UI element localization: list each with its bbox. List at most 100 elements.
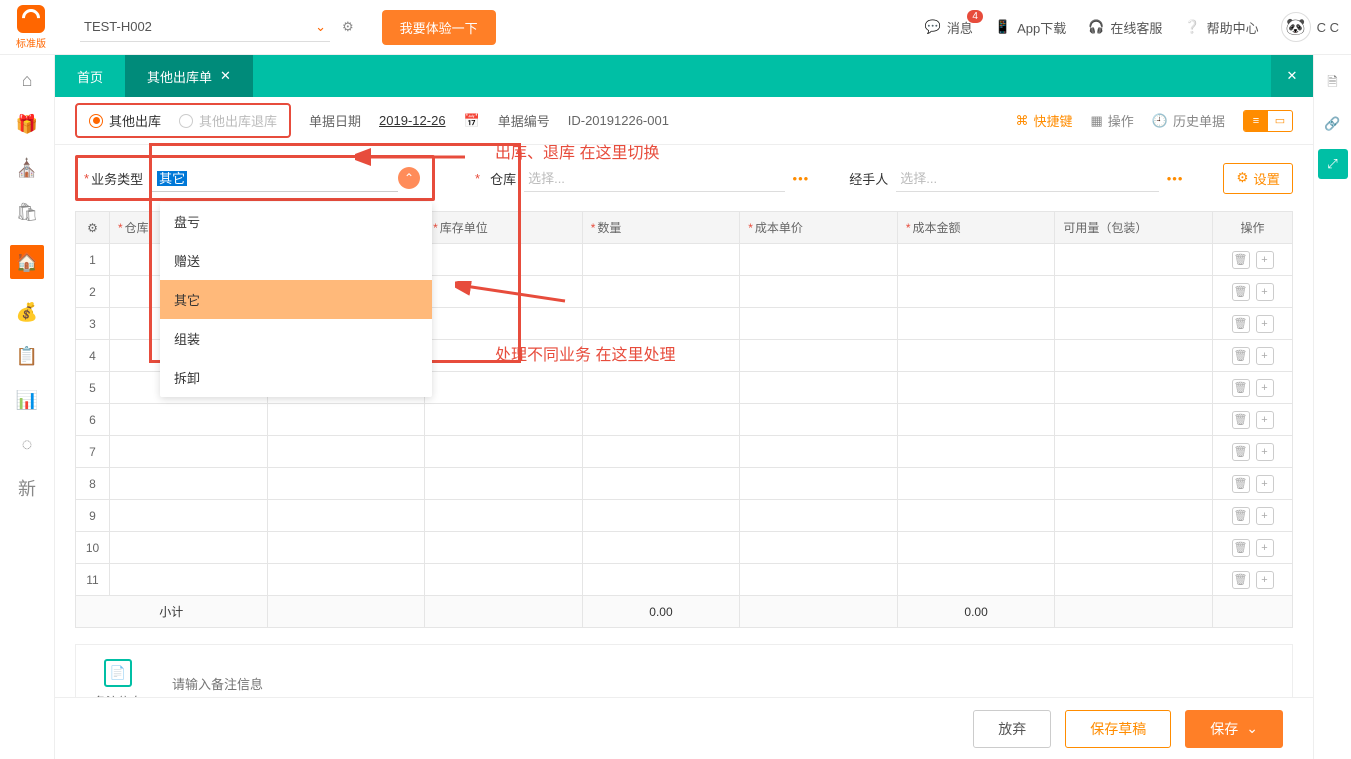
help-center-link[interactable]: ❔ 帮助中心: [1184, 18, 1258, 37]
delete-row-icon[interactable]: 🗑: [1232, 411, 1250, 429]
doc-date-label: 单据日期: [309, 111, 361, 130]
close-icon[interactable]: ✕: [220, 68, 231, 84]
radio-icon: [179, 114, 193, 128]
history-link[interactable]: 🕘历史单据: [1152, 111, 1225, 130]
keyboard-icon: ⌘: [1015, 113, 1028, 129]
logo[interactable]: 标准版: [12, 5, 50, 50]
col-2: *库存单位: [425, 212, 583, 244]
discard-button[interactable]: 放弃: [973, 710, 1051, 748]
app-download-link[interactable]: 📱 App下载: [995, 18, 1066, 37]
nav-warehouse-icon[interactable]: 🏠: [10, 245, 44, 279]
user-menu[interactable]: 🐼 C C: [1281, 12, 1339, 42]
tab-home[interactable]: 首页: [55, 55, 125, 97]
delete-row-icon[interactable]: 🗑: [1232, 475, 1250, 493]
add-row-icon[interactable]: +: [1256, 571, 1274, 589]
save-button[interactable]: 保存⌄: [1185, 710, 1283, 748]
table-row[interactable]: 11🗑+: [76, 564, 1293, 596]
warehouse-input[interactable]: 选择...: [524, 164, 784, 192]
nav-house-icon[interactable]: ⛪: [16, 157, 38, 179]
table-row[interactable]: 7🗑+: [76, 436, 1293, 468]
radio-other-outbound[interactable]: 其他出库: [89, 111, 161, 130]
subtotal-row: 小计0.000.00: [76, 596, 1293, 628]
add-row-icon[interactable]: +: [1256, 539, 1274, 557]
doc-date-value[interactable]: 2019-12-26: [379, 113, 446, 128]
delete-row-icon[interactable]: 🗑: [1232, 507, 1250, 525]
left-nav: ⌂ 🎁 ⛪ 🛍 🏠 💰 📋 📊 ◌ 新: [0, 55, 55, 759]
view-card-icon[interactable]: ▭: [1268, 111, 1292, 131]
dd-item-qita[interactable]: 其它: [160, 280, 432, 319]
view-list-icon[interactable]: ≡: [1244, 111, 1268, 131]
nav-bag-icon[interactable]: 🛍: [16, 201, 38, 223]
save-draft-button[interactable]: 保存草稿: [1065, 710, 1171, 748]
add-row-icon[interactable]: +: [1256, 251, 1274, 269]
business-type-field[interactable]: * 业务类型 其它 ⌃ 盘亏 赠送 其它 组装 拆卸: [75, 155, 435, 201]
calendar-icon[interactable]: 📅: [464, 113, 480, 129]
message-icon: 💬: [925, 19, 941, 35]
right-rail: 🗎 🔗 ⤢: [1313, 55, 1351, 759]
nav-clipboard-icon[interactable]: 📋: [16, 345, 38, 367]
table-row[interactable]: 10🗑+: [76, 532, 1293, 564]
delete-row-icon[interactable]: 🗑: [1232, 379, 1250, 397]
table-row[interactable]: 9🗑+: [76, 500, 1293, 532]
settings-gear-icon[interactable]: ⚙: [342, 19, 354, 35]
operate-link[interactable]: ▦操作: [1090, 111, 1133, 130]
chevron-down-icon: ⌄: [315, 19, 326, 35]
logo-icon: [17, 5, 45, 33]
delete-row-icon[interactable]: 🗑: [1232, 347, 1250, 365]
remarks-input[interactable]: [166, 671, 1274, 698]
dd-item-zengsong[interactable]: 赠送: [160, 241, 432, 280]
workspace-select[interactable]: TEST-H002 ⌄: [80, 13, 330, 42]
doc-id-label: 单据编号: [498, 111, 550, 130]
dd-item-chaixie[interactable]: 拆卸: [160, 358, 432, 397]
add-row-icon[interactable]: +: [1256, 411, 1274, 429]
trial-button[interactable]: 我要体验一下: [382, 10, 496, 45]
add-row-icon[interactable]: +: [1256, 283, 1274, 301]
messages-link[interactable]: 💬 消息 4: [925, 18, 973, 37]
table-row[interactable]: 6🗑+: [76, 404, 1293, 436]
delete-row-icon[interactable]: 🗑: [1232, 283, 1250, 301]
add-row-icon[interactable]: +: [1256, 443, 1274, 461]
radio-other-return[interactable]: 其他出库退库: [179, 111, 277, 130]
tab-close-all[interactable]: ✕: [1271, 55, 1313, 97]
nav-money-icon[interactable]: 💰: [16, 301, 38, 323]
more-dots-icon[interactable]: •••: [1167, 171, 1184, 186]
add-row-icon[interactable]: +: [1256, 507, 1274, 525]
col-gear[interactable]: ⚙: [76, 212, 110, 244]
business-type-input[interactable]: 其它: [151, 164, 398, 192]
more-dots-icon[interactable]: •••: [793, 171, 810, 186]
rail-doc-icon[interactable]: 🗎: [1318, 69, 1348, 99]
col-op: 操作: [1213, 212, 1293, 244]
add-row-icon[interactable]: +: [1256, 475, 1274, 493]
table-row[interactable]: 8🗑+: [76, 468, 1293, 500]
tab-other-outbound[interactable]: 其他出库单 ✕: [125, 55, 253, 97]
footer-actions: 放弃 保存草稿 保存⌄: [55, 697, 1313, 759]
nav-new-icon[interactable]: 新: [16, 477, 38, 499]
online-service-link[interactable]: 🎧 在线客服: [1088, 18, 1162, 37]
config-button[interactable]: ⚙设置: [1223, 163, 1293, 194]
chevron-up-icon[interactable]: ⌃: [398, 167, 420, 189]
rail-expand-icon[interactable]: ⤢: [1318, 149, 1348, 179]
dd-item-zuzhuang[interactable]: 组装: [160, 319, 432, 358]
delete-row-icon[interactable]: 🗑: [1232, 571, 1250, 589]
delete-row-icon[interactable]: 🗑: [1232, 251, 1250, 269]
outbound-type-radios: 其他出库 其他出库退库: [75, 103, 291, 138]
notes-icon: 📄: [104, 659, 132, 687]
nav-report-icon[interactable]: 📊: [16, 389, 38, 411]
business-type-dropdown: 盘亏 赠送 其它 组装 拆卸: [160, 202, 432, 397]
add-row-icon[interactable]: +: [1256, 347, 1274, 365]
workspace-value: TEST-H002: [84, 19, 315, 34]
dd-item-pankui[interactable]: 盘亏: [160, 202, 432, 241]
delete-row-icon[interactable]: 🗑: [1232, 443, 1250, 461]
rail-link-icon[interactable]: 🔗: [1318, 109, 1348, 139]
nav-home-icon[interactable]: ⌂: [16, 69, 38, 91]
delete-row-icon[interactable]: 🗑: [1232, 539, 1250, 557]
shortcut-link[interactable]: ⌘快捷键: [1015, 111, 1072, 130]
warehouse-field: * 仓库 选择... •••: [475, 164, 809, 192]
doc-id-value: ID-20191226-001: [568, 113, 669, 128]
add-row-icon[interactable]: +: [1256, 315, 1274, 333]
nav-sync-icon[interactable]: ◌: [16, 433, 38, 455]
add-row-icon[interactable]: +: [1256, 379, 1274, 397]
delete-row-icon[interactable]: 🗑: [1232, 315, 1250, 333]
nav-gift-icon[interactable]: 🎁: [16, 113, 38, 135]
handler-input[interactable]: 选择...: [896, 164, 1159, 192]
